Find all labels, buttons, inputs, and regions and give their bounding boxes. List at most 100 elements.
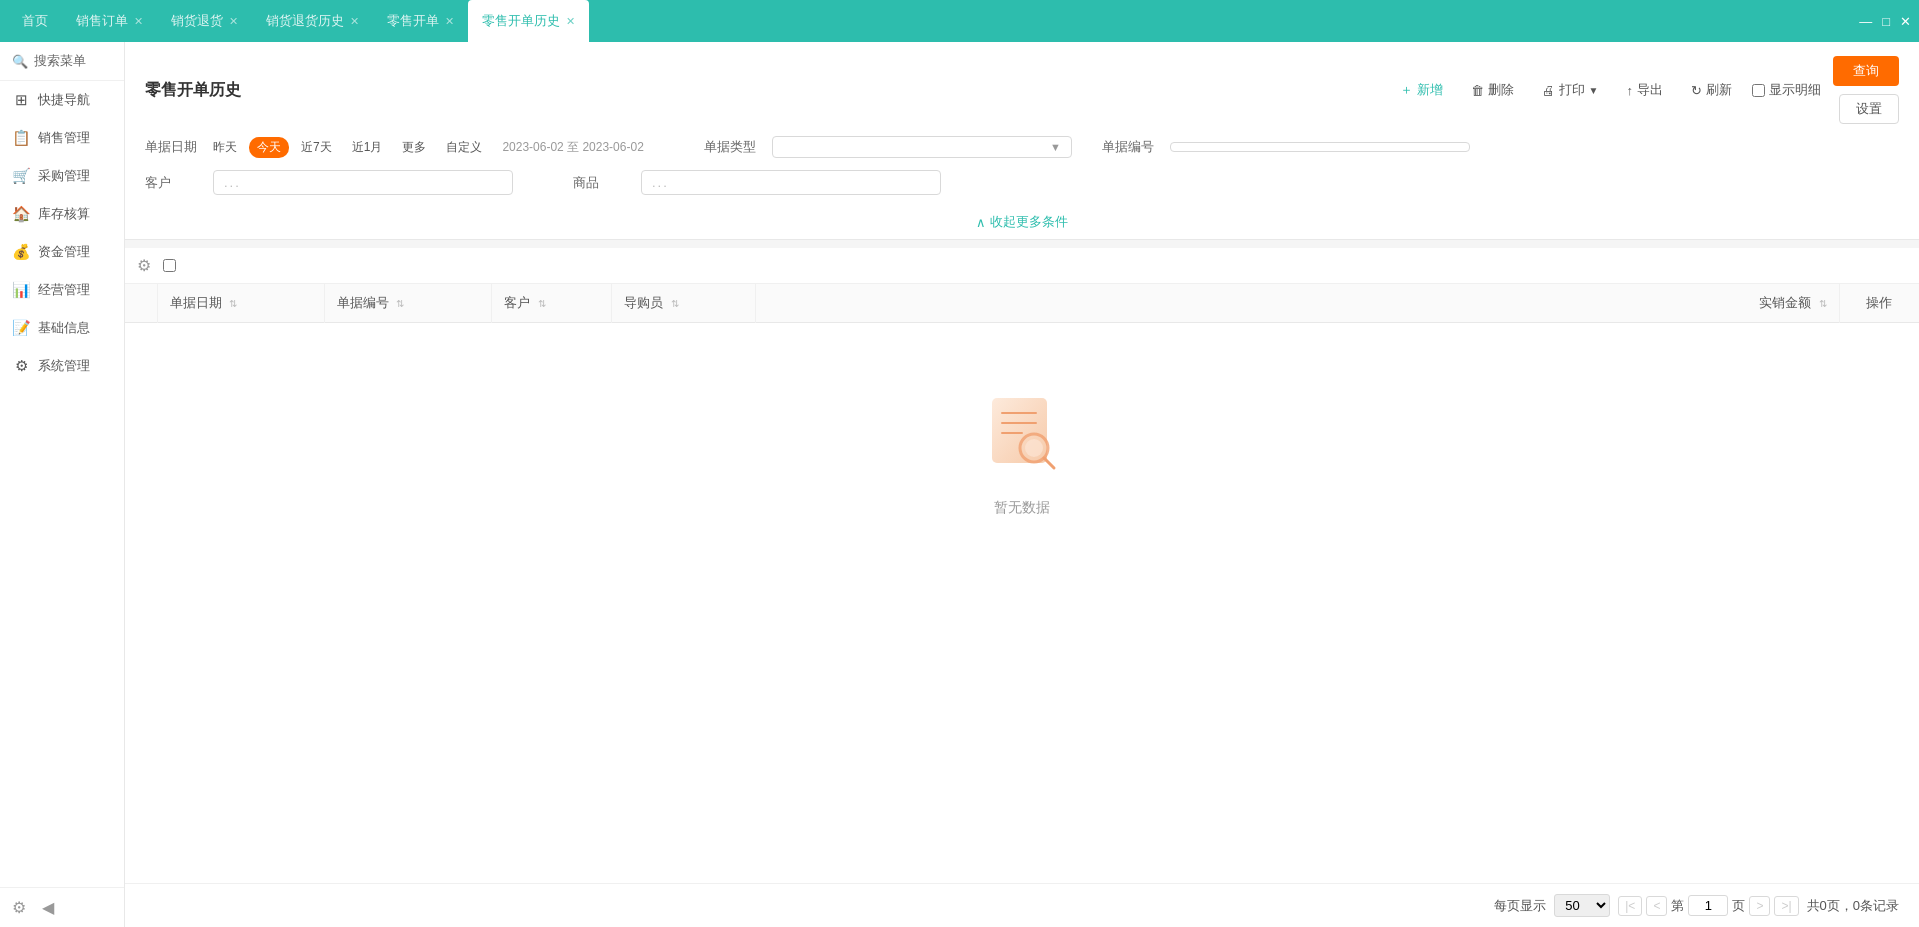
th-amount-sort-icon: ⇅ [1819, 298, 1827, 309]
sidebar-item-operations[interactable]: 📊 经营管理 [0, 271, 124, 309]
collapse-row[interactable]: ∧ 收起更多条件 [145, 207, 1899, 239]
base-info-icon: 📝 [12, 319, 30, 337]
main-layout: 🔍 搜索菜单 ⊞ 快捷导航 📋 销售管理 🛒 采购管理 🏠 库存核算 💰 资金管… [0, 42, 1919, 927]
tab-home[interactable]: 首页 [8, 0, 62, 42]
date-label: 单据日期 [145, 138, 205, 156]
show-detail-toggle[interactable]: 显示明细 [1752, 81, 1821, 99]
table-header-row: 单据日期 ⇅ 单据编号 ⇅ 客户 ⇅ 导购员 ⇅ [125, 284, 1919, 323]
sidebar-item-purchase-mgmt-label: 采购管理 [38, 167, 90, 185]
tab-sales-return-close[interactable]: ✕ [229, 15, 238, 28]
first-page-btn[interactable]: |< [1618, 896, 1642, 916]
per-page-label: 每页显示 [1494, 897, 1546, 915]
date-btn-today[interactable]: 今天 [249, 137, 289, 158]
doc-type-dropdown[interactable]: ▼ [772, 136, 1072, 158]
goods-input[interactable]: ... [641, 170, 941, 195]
tab-retail-open-history-close[interactable]: ✕ [566, 15, 575, 28]
th-customer[interactable]: 客户 ⇅ [492, 284, 612, 323]
prev-page-btn[interactable]: < [1646, 896, 1667, 916]
print-label: 打印 [1559, 81, 1585, 99]
minimize-btn[interactable]: — [1859, 14, 1872, 29]
tab-sales-order-close[interactable]: ✕ [134, 15, 143, 28]
sidebar-settings-icon[interactable]: ⚙ [12, 898, 26, 917]
th-date[interactable]: 单据日期 ⇅ [157, 284, 324, 323]
th-no[interactable]: 单据编号 ⇅ [324, 284, 491, 323]
print-arrow-icon: ▼ [1589, 85, 1599, 96]
collapse-arrow-icon: ∧ [976, 215, 986, 230]
date-btn-7days[interactable]: 近7天 [293, 137, 340, 158]
query-button[interactable]: 查询 [1833, 56, 1899, 86]
add-label: 新增 [1417, 81, 1443, 99]
customer-input[interactable]: ... [213, 170, 513, 195]
select-all-checkbox[interactable] [163, 259, 176, 272]
sidebar-item-sales-mgmt-label: 销售管理 [38, 129, 90, 147]
sidebar-item-quick-nav[interactable]: ⊞ 快捷导航 [0, 81, 124, 119]
tab-sales-return-history-label: 销货退货历史 [266, 12, 344, 30]
maximize-btn[interactable]: □ [1882, 14, 1890, 29]
finance-icon: 💰 [12, 243, 30, 261]
per-page-select[interactable]: 10 20 50 100 [1554, 894, 1610, 917]
sidebar-item-finance[interactable]: 💰 资金管理 [0, 233, 124, 271]
tab-retail-open-history[interactable]: 零售开单历史 ✕ [468, 0, 589, 42]
window-controls: — □ ✕ [1859, 14, 1911, 29]
refresh-button[interactable]: ↻ 刷新 [1683, 77, 1740, 103]
th-date-sort-icon: ⇅ [229, 298, 237, 309]
th-date-label: 单据日期 [170, 295, 222, 310]
sys-mgmt-icon: ⚙ [12, 357, 30, 375]
empty-state-cell: 暂无数据 [125, 323, 1919, 578]
last-page-btn[interactable]: >| [1774, 896, 1798, 916]
table-section: ⚙ 单据日期 ⇅ 单据编号 ⇅ [125, 248, 1919, 883]
tab-retail-open-close[interactable]: ✕ [445, 15, 454, 28]
th-ops-label: 操作 [1866, 295, 1892, 310]
date-btn-yesterday[interactable]: 昨天 [205, 137, 245, 158]
goods-label: 商品 [573, 174, 633, 192]
page-number-input[interactable] [1688, 895, 1728, 916]
add-icon: ＋ [1400, 81, 1413, 99]
show-detail-label: 显示明细 [1769, 81, 1821, 99]
pagination: 每页显示 10 20 50 100 |< < 第 页 > >| 共0页，0条记录 [125, 883, 1919, 927]
print-button[interactable]: 🖨 打印 ▼ [1534, 77, 1607, 103]
th-amount[interactable]: 实销金额 ⇅ [756, 284, 1839, 323]
th-guide-sort-icon: ⇅ [671, 298, 679, 309]
th-check [125, 284, 157, 323]
tab-sales-return-history[interactable]: 销货退货历史 ✕ [252, 0, 373, 42]
sidebar-item-sys-mgmt-label: 系统管理 [38, 357, 90, 375]
add-button[interactable]: ＋ 新增 [1392, 77, 1451, 103]
page-title: 零售开单历史 [145, 80, 241, 101]
tab-sales-return[interactable]: 销货退货 ✕ [157, 0, 252, 42]
sidebar-item-inventory[interactable]: 🏠 库存核算 [0, 195, 124, 233]
sidebar-item-sales-mgmt[interactable]: 📋 销售管理 [0, 119, 124, 157]
show-detail-checkbox[interactable] [1752, 84, 1765, 97]
sidebar-collapse-icon[interactable]: ◀ [42, 898, 54, 917]
date-btn-1month[interactable]: 近1月 [344, 137, 391, 158]
toolbar: ＋ 新增 🗑 删除 🖨 打印 ▼ ↑ 导出 [1392, 56, 1899, 124]
date-btn-custom[interactable]: 自定义 [438, 137, 490, 158]
th-no-label: 单据编号 [337, 295, 389, 310]
tab-retail-open[interactable]: 零售开单 ✕ [373, 0, 468, 42]
export-button[interactable]: ↑ 导出 [1619, 77, 1672, 103]
content-area: 零售开单历史 ＋ 新增 🗑 删除 🖨 打印 ▼ [125, 42, 1919, 927]
th-guide[interactable]: 导购员 ⇅ [612, 284, 756, 323]
delete-button[interactable]: 🗑 删除 [1463, 77, 1522, 103]
print-icon: 🖨 [1542, 83, 1555, 98]
sidebar-item-purchase-mgmt[interactable]: 🛒 采购管理 [0, 157, 124, 195]
customer-label: 客户 [145, 174, 205, 192]
sidebar-item-sys-mgmt[interactable]: ⚙ 系统管理 [0, 347, 124, 385]
table-body: 暂无数据 [125, 323, 1919, 578]
page-label: 第 [1671, 897, 1684, 915]
tab-sales-return-label: 销货退货 [171, 12, 223, 30]
set-button[interactable]: 设置 [1839, 94, 1899, 124]
close-btn[interactable]: ✕ [1900, 14, 1911, 29]
next-page-btn[interactable]: > [1749, 896, 1770, 916]
page-total: 共0页，0条记录 [1807, 897, 1899, 915]
page-suffix: 页 [1732, 897, 1745, 915]
tab-sales-return-history-close[interactable]: ✕ [350, 15, 359, 28]
page-title-row: 零售开单历史 ＋ 新增 🗑 删除 🖨 打印 ▼ [145, 56, 1899, 124]
doc-no-input[interactable] [1170, 142, 1470, 152]
th-customer-sort-icon: ⇅ [538, 298, 546, 309]
tab-sales-order[interactable]: 销售订单 ✕ [62, 0, 157, 42]
date-btn-more[interactable]: 更多 [394, 137, 434, 158]
export-icon: ↑ [1627, 83, 1634, 98]
table-settings-icon[interactable]: ⚙ [137, 256, 151, 275]
sidebar-item-base-info[interactable]: 📝 基础信息 [0, 309, 124, 347]
sidebar-search[interactable]: 🔍 搜索菜单 [0, 42, 124, 81]
